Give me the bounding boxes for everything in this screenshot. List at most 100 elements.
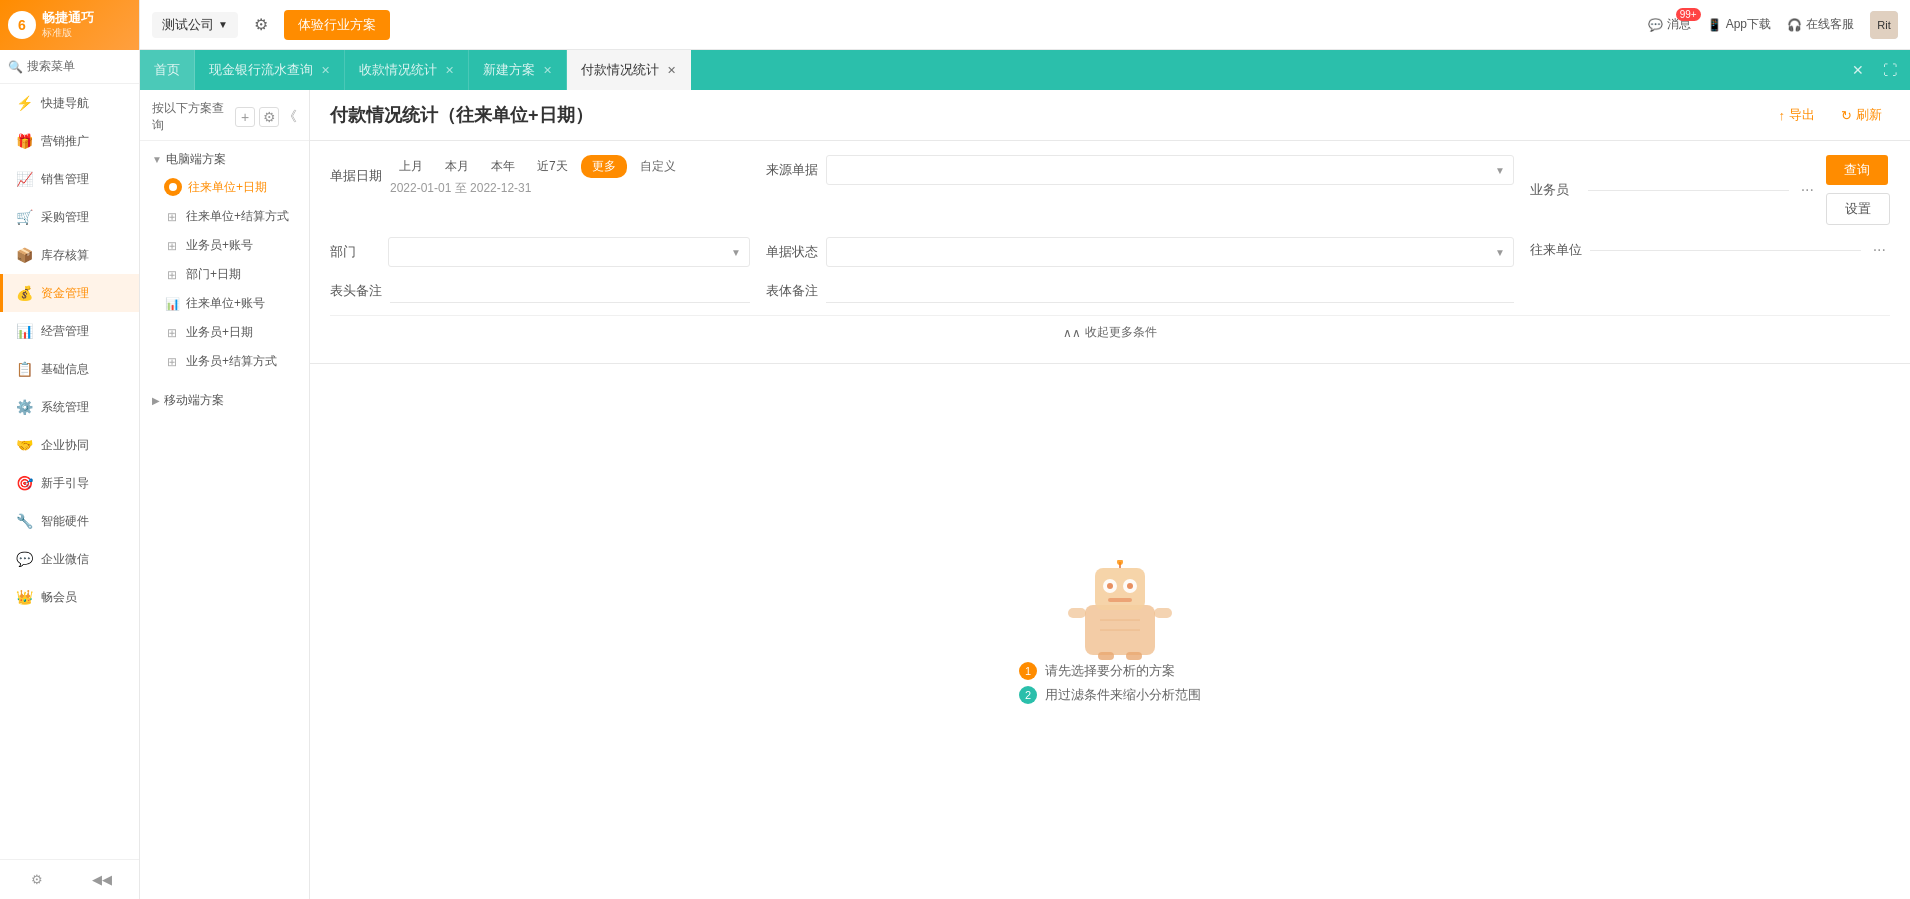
table-icon: ⊞ bbox=[164, 209, 180, 225]
online-service-label: 在线客服 bbox=[1806, 16, 1854, 33]
scheme-item-unit-settle[interactable]: ⊞ 往来单位+结算方式 bbox=[140, 202, 309, 231]
sidebar-item-hardware[interactable]: 🔧 智能硬件 bbox=[0, 502, 139, 540]
purchase-icon: 🛒 bbox=[15, 208, 33, 226]
avatar-text: Rit bbox=[1870, 11, 1898, 39]
export-icon: ↑ bbox=[1779, 108, 1786, 123]
user-avatar[interactable]: Rit bbox=[1870, 11, 1898, 39]
header-note-input[interactable] bbox=[390, 279, 750, 303]
sidebar-item-label: 新手引导 bbox=[41, 475, 89, 492]
tab-payment-stats-label: 付款情况统计 bbox=[581, 61, 659, 79]
sidebar-item-basic[interactable]: 📋 基础信息 bbox=[0, 350, 139, 388]
online-service-btn[interactable]: 🎧 在线客服 bbox=[1787, 16, 1854, 33]
sidebar-item-inventory[interactable]: 📦 库存核算 bbox=[0, 236, 139, 274]
sidebar-item-system[interactable]: ⚙️ 系统管理 bbox=[0, 388, 139, 426]
sidebar-item-label: 智能硬件 bbox=[41, 513, 89, 530]
tab-bank-flow[interactable]: 现金银行流水查询 ✕ bbox=[195, 50, 345, 90]
docstatus-select[interactable]: ▼ bbox=[826, 237, 1514, 267]
date-btn-7days[interactable]: 近7天 bbox=[528, 155, 577, 178]
filter-date-item: 单据日期 上月 本月 本年 近7天 更多 自定义 2022-01-01 至 20… bbox=[330, 155, 750, 197]
empty-tip-1: 1 请先选择要分析的方案 bbox=[1019, 662, 1201, 680]
guide-icon: 🎯 bbox=[15, 474, 33, 492]
sidebar-collapse-btn[interactable]: ◀◀ bbox=[74, 868, 132, 891]
staff-filter-more-btn[interactable]: ··· bbox=[1797, 177, 1818, 203]
query-btn[interactable]: 查询 bbox=[1826, 155, 1888, 185]
scheme-item-dept-date[interactable]: ⊞ 部门+日期 bbox=[140, 260, 309, 289]
sidebar-item-purchase[interactable]: 🛒 采购管理 bbox=[0, 198, 139, 236]
tab-new-scheme-close[interactable]: ✕ bbox=[543, 64, 552, 77]
filter-settings-btn[interactable]: 设置 bbox=[1826, 193, 1890, 225]
sidebar-item-member[interactable]: 👑 畅会员 bbox=[0, 578, 139, 616]
scheme-group-desktop-header[interactable]: ▼ 电脑端方案 bbox=[140, 147, 309, 172]
sidebar-item-guide[interactable]: 🎯 新手引导 bbox=[0, 464, 139, 502]
date-btn-this-month[interactable]: 本月 bbox=[436, 155, 478, 178]
date-btn-custom[interactable]: 自定义 bbox=[631, 155, 685, 178]
content-area: 按以下方案查询 + ⚙ 《 ▼ 电脑端方案 往来单位+日期 ⊞ bbox=[140, 90, 1910, 899]
sidebar-item-operation[interactable]: 📊 经营管理 bbox=[0, 312, 139, 350]
page-header-actions: ↑ 导出 ↻ 刷新 bbox=[1771, 102, 1891, 128]
partner-filter-more-btn[interactable]: ··· bbox=[1869, 237, 1890, 263]
app-download-btn[interactable]: 📱 App下载 bbox=[1707, 16, 1771, 33]
sidebar-item-quick-nav[interactable]: ⚡ 快捷导航 bbox=[0, 84, 139, 122]
topbar-settings-btn[interactable]: ⚙ bbox=[246, 10, 276, 40]
tab-maximize-btn[interactable]: ⛶ bbox=[1878, 58, 1902, 82]
data-area: 1 请先选择要分析的方案 2 用过滤条件来缩小分析范围 bbox=[310, 364, 1910, 899]
quick-nav-icon: ⚡ bbox=[15, 94, 33, 112]
table-icon: ⊞ bbox=[164, 354, 180, 370]
date-btn-this-year[interactable]: 本年 bbox=[482, 155, 524, 178]
sidebar-item-label: 资金管理 bbox=[41, 285, 89, 302]
scheme-item-staff-date[interactable]: ⊞ 业务员+日期 bbox=[140, 318, 309, 347]
inventory-icon: 📦 bbox=[15, 246, 33, 264]
sidebar-item-wechat[interactable]: 💬 企业微信 bbox=[0, 540, 139, 578]
scheme-item-label: 业务员+账号 bbox=[186, 237, 253, 254]
filter-row-2: 部门 ▼ 单据状态 ▼ 往来单位 bbox=[330, 237, 1890, 267]
export-label: 导出 bbox=[1789, 106, 1815, 124]
body-note-input[interactable] bbox=[826, 279, 1514, 303]
collapse-more-btn[interactable]: ∧∧ 收起更多条件 bbox=[330, 315, 1890, 349]
svg-point-8 bbox=[1117, 560, 1123, 565]
tab-new-scheme[interactable]: 新建方案 ✕ bbox=[469, 50, 567, 90]
tab-new-scheme-label: 新建方案 bbox=[483, 61, 535, 79]
sidebar-item-capital[interactable]: 💰 资金管理 bbox=[0, 274, 139, 312]
export-btn[interactable]: ↑ 导出 bbox=[1771, 102, 1824, 128]
trial-btn[interactable]: 体验行业方案 bbox=[284, 10, 390, 40]
empty-tip-1-text: 请先选择要分析的方案 bbox=[1045, 662, 1175, 680]
scheme-group-mobile-header[interactable]: ▶ 移动端方案 bbox=[140, 388, 309, 413]
sidebar-item-sales[interactable]: 📈 销售管理 bbox=[0, 160, 139, 198]
sidebar-item-marketing[interactable]: 🎁 营销推广 bbox=[0, 122, 139, 160]
date-btn-last-month[interactable]: 上月 bbox=[390, 155, 432, 178]
notification-badge: 99+ bbox=[1676, 8, 1701, 21]
refresh-label: 刷新 bbox=[1856, 106, 1882, 124]
tab-payment-stats[interactable]: 付款情况统计 ✕ bbox=[567, 50, 691, 90]
scheme-add-btn[interactable]: + bbox=[235, 107, 255, 127]
tab-bank-flow-close[interactable]: ✕ bbox=[321, 64, 330, 77]
filter-area: 单据日期 上月 本月 本年 近7天 更多 自定义 2022-01-01 至 20… bbox=[310, 141, 1910, 364]
member-icon: 👑 bbox=[15, 588, 33, 606]
sidebar-item-enterprise[interactable]: 🤝 企业协同 bbox=[0, 426, 139, 464]
notifications-btn[interactable]: 💬 消息 99+ bbox=[1648, 16, 1691, 33]
table-icon: ⊞ bbox=[164, 267, 180, 283]
company-name: 测试公司 bbox=[162, 16, 214, 34]
scheme-item-unit-date[interactable]: 往来单位+日期 bbox=[140, 172, 309, 202]
tab-close-all-btn[interactable]: ✕ bbox=[1846, 58, 1870, 82]
source-select[interactable]: ▼ bbox=[826, 155, 1514, 185]
tab-receipt-stats[interactable]: 收款情况统计 ✕ bbox=[345, 50, 469, 90]
dept-select[interactable]: ▼ bbox=[388, 237, 750, 267]
sidebar-item-label: 企业协同 bbox=[41, 437, 89, 454]
sidebar-item-label: 采购管理 bbox=[41, 209, 89, 226]
sidebar-settings-btn[interactable]: ⚙ bbox=[8, 868, 66, 891]
page-header: 付款情况统计（往来单位+日期） ↑ 导出 ↻ 刷新 bbox=[310, 90, 1910, 141]
tab-receipt-stats-close[interactable]: ✕ bbox=[445, 64, 454, 77]
tab-payment-stats-close[interactable]: ✕ bbox=[667, 64, 676, 77]
scheme-item-staff-account[interactable]: ⊞ 业务员+账号 bbox=[140, 231, 309, 260]
tab-home[interactable]: 首页 bbox=[140, 50, 195, 90]
scheme-item-staff-settle[interactable]: ⊞ 业务员+结算方式 bbox=[140, 347, 309, 376]
scheme-item-unit-account[interactable]: 📊 往来单位+账号 bbox=[140, 289, 309, 318]
refresh-btn[interactable]: ↻ 刷新 bbox=[1833, 102, 1890, 128]
scheme-settings-btn[interactable]: ⚙ bbox=[259, 107, 279, 127]
scheme-panel-collapse-btn[interactable]: 《 bbox=[283, 108, 297, 126]
search-menu[interactable]: 🔍 搜索菜单 bbox=[0, 50, 139, 84]
scheme-item-label: 业务员+结算方式 bbox=[186, 353, 277, 370]
company-selector[interactable]: 测试公司 ▼ bbox=[152, 12, 238, 38]
filter-row-3: 表头备注 表体备注 bbox=[330, 279, 1890, 303]
date-btn-more[interactable]: 更多 bbox=[581, 155, 627, 178]
